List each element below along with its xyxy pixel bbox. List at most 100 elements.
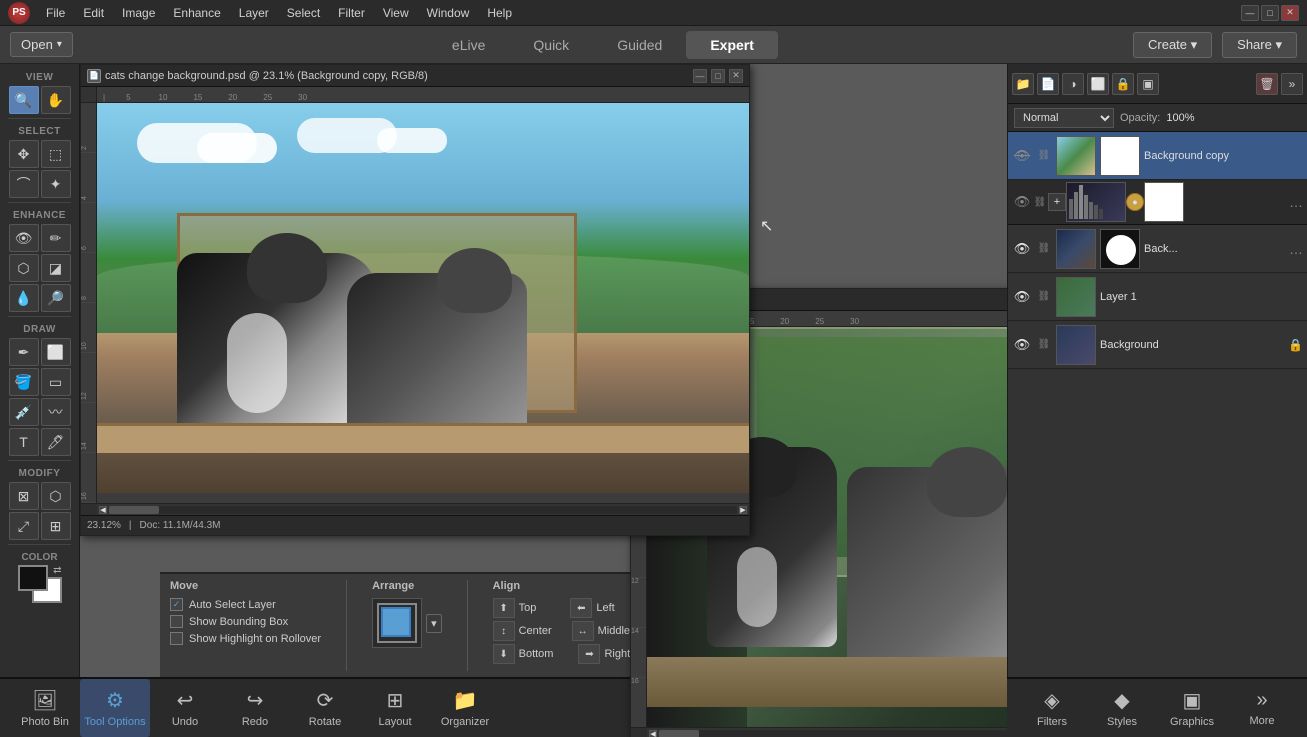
fill-btn[interactable]: ⬜ xyxy=(1087,73,1109,95)
brush-tool[interactable]: ✒ xyxy=(9,338,39,366)
doc-titlebar-1[interactable]: 📄 cats change background.psd @ 23.1% (Ba… xyxy=(81,65,749,87)
text-tool[interactable]: T xyxy=(9,428,39,456)
bounding-box-checkbox[interactable] xyxy=(170,615,183,628)
paint-bucket[interactable]: 🪣 xyxy=(9,368,39,396)
align-bottom-btn[interactable]: ⬇ xyxy=(493,644,515,664)
warp-tool[interactable]: ⤢ xyxy=(9,512,39,540)
maximize-btn[interactable]: □ xyxy=(1261,5,1279,21)
more-btn[interactable]: » More xyxy=(1227,679,1297,737)
layer-background-copy[interactable]: 👁 ⛓ Background copy xyxy=(1008,132,1307,180)
menu-filter[interactable]: Filter xyxy=(330,4,373,22)
hand-tool[interactable]: ✋ xyxy=(41,86,71,114)
graphics-btn[interactable]: ▣ Graphics xyxy=(1157,679,1227,737)
more-options-btn[interactable]: » xyxy=(1281,73,1303,95)
layer-vis-bg[interactable]: 👁 xyxy=(1012,335,1032,355)
align-top-btn[interactable]: ⬆ xyxy=(493,598,515,618)
layer-link-bg[interactable]: ⛓ xyxy=(1036,337,1052,353)
styles-btn[interactable]: ◆ Styles xyxy=(1087,679,1157,737)
delete-layer-btn[interactable]: 🗑 xyxy=(1256,73,1278,95)
tab-guided[interactable]: Guided xyxy=(593,31,686,59)
filters-btn[interactable]: ◈ Filters xyxy=(1017,679,1087,737)
layer-vis-bg-copy[interactable]: 👁 xyxy=(1012,146,1032,166)
redo-btn[interactable]: ↪ Redo xyxy=(220,679,290,737)
share-button[interactable]: Share ▾ xyxy=(1222,32,1297,58)
marquee-tool[interactable]: ⬚ xyxy=(41,140,71,168)
menu-view[interactable]: View xyxy=(375,4,417,22)
magic-tool[interactable]: ✦ xyxy=(41,170,71,198)
layer-more-back[interactable]: … xyxy=(1289,241,1303,257)
layer-expand-2[interactable]: + xyxy=(1048,193,1066,211)
menu-file[interactable]: File xyxy=(38,4,73,22)
menu-enhance[interactable]: Enhance xyxy=(165,4,228,22)
layout-btn[interactable]: ⊞ Layout xyxy=(360,679,430,737)
new-group-btn[interactable]: 📁 xyxy=(1012,73,1034,95)
menu-select[interactable]: Select xyxy=(279,4,328,22)
paint-tool2[interactable]: 🖊 xyxy=(41,428,71,456)
crop-tool[interactable]: ⊠ xyxy=(9,482,39,510)
transform-tool[interactable]: ⬡ xyxy=(41,482,71,510)
move-title: Move xyxy=(170,580,321,592)
layer-link-bg-copy[interactable]: ⛓ xyxy=(1036,148,1052,164)
canvas-1[interactable] xyxy=(97,103,749,493)
layer-background[interactable]: 👁 ⛓ Background 🔒 xyxy=(1008,321,1307,369)
stamp-tool[interactable]: ◪ xyxy=(41,254,71,282)
align-middle-btn[interactable]: ↔ xyxy=(572,621,594,641)
blend-mode-select[interactable]: Normal Multiply Screen Overlay xyxy=(1014,108,1114,128)
align-center-btn[interactable]: ↕ xyxy=(493,621,515,641)
color-swatches[interactable]: ⇄ xyxy=(18,565,62,603)
photo-bin-btn[interactable]: 🖼 Photo Bin xyxy=(10,679,80,737)
clone-tool[interactable]: ⬡ xyxy=(9,254,39,282)
lock-trans-btn[interactable]: ▣ xyxy=(1137,73,1159,95)
menu-image[interactable]: Image xyxy=(114,4,163,22)
undo-btn[interactable]: ↩ Undo xyxy=(150,679,220,737)
eye-tool[interactable]: 👁 xyxy=(9,224,39,252)
layer-more-2[interactable]: … xyxy=(1289,194,1303,210)
foreground-color[interactable] xyxy=(18,565,48,591)
organizer-btn[interactable]: 📁 Organizer xyxy=(430,679,500,737)
lock-btn[interactable]: 🔒 xyxy=(1112,73,1134,95)
menu-window[interactable]: Window xyxy=(419,4,478,22)
open-button[interactable]: Open ▾ xyxy=(10,32,73,57)
rotate-btn[interactable]: ⟳ Rotate xyxy=(290,679,360,737)
new-layer-btn[interactable]: 📄 xyxy=(1037,73,1059,95)
create-button[interactable]: Create ▾ xyxy=(1133,32,1212,58)
tab-expert[interactable]: Expert xyxy=(686,31,778,59)
layer-eye-2[interactable]: 👁 xyxy=(1012,192,1032,212)
move-tool[interactable]: ✥ xyxy=(9,140,39,168)
highlight-checkbox[interactable] xyxy=(170,632,183,645)
lasso-tool[interactable]: ⌒ xyxy=(9,170,39,198)
doc-close-1[interactable]: ✕ xyxy=(729,69,743,83)
doc-minimize-1[interactable]: — xyxy=(693,69,707,83)
smudge-tool[interactable]: 〰 xyxy=(41,398,71,426)
adjustment-btn[interactable]: ◑ xyxy=(1062,73,1084,95)
align-tool[interactable]: ⊞ xyxy=(41,512,71,540)
layer-1[interactable]: 👁 ⛓ Layer 1 xyxy=(1008,273,1307,321)
layer-back[interactable]: 👁 ⛓ Back... … xyxy=(1008,225,1307,273)
layer-link-1[interactable]: ⛓ xyxy=(1036,289,1052,305)
blur-tool[interactable]: 💧 xyxy=(9,284,39,312)
gradient-tool[interactable]: ▭ xyxy=(41,368,71,396)
menu-edit[interactable]: Edit xyxy=(75,4,112,22)
eraser-tool[interactable]: ⬜ xyxy=(41,338,71,366)
menu-help[interactable]: Help xyxy=(479,4,520,22)
layer-chain-2[interactable]: ⛓ xyxy=(1032,194,1048,210)
healing-tool[interactable]: ✏ xyxy=(41,224,71,252)
minimize-btn[interactable]: — xyxy=(1241,5,1259,21)
layer-vis-1[interactable]: 👁 xyxy=(1012,287,1032,307)
align-left-btn[interactable]: ⬅ xyxy=(570,598,592,618)
tool-options-bottom-btn[interactable]: ⚙ Tool Options xyxy=(80,679,150,737)
magnify-tool[interactable]: 🔎 xyxy=(41,284,71,312)
arrange-dropdown[interactable]: ▾ xyxy=(426,614,442,633)
eyedropper-tool[interactable]: 💉 xyxy=(9,398,39,426)
doc-restore-1[interactable]: □ xyxy=(711,69,725,83)
tab-quick[interactable]: Quick xyxy=(509,31,593,59)
zoom-tool[interactable]: 🔍 xyxy=(9,86,39,114)
align-right-btn[interactable]: ➡ xyxy=(578,644,600,664)
layer-link-back[interactable]: ⛓ xyxy=(1036,241,1052,257)
layer-vis-back[interactable]: 👁 xyxy=(1012,239,1032,259)
auto-select-checkbox[interactable] xyxy=(170,598,183,611)
menu-layer[interactable]: Layer xyxy=(231,4,277,22)
close-btn[interactable]: ✕ xyxy=(1281,5,1299,21)
swap-colors[interactable]: ⇄ xyxy=(53,565,61,576)
tab-elive[interactable]: eLive xyxy=(428,31,509,59)
